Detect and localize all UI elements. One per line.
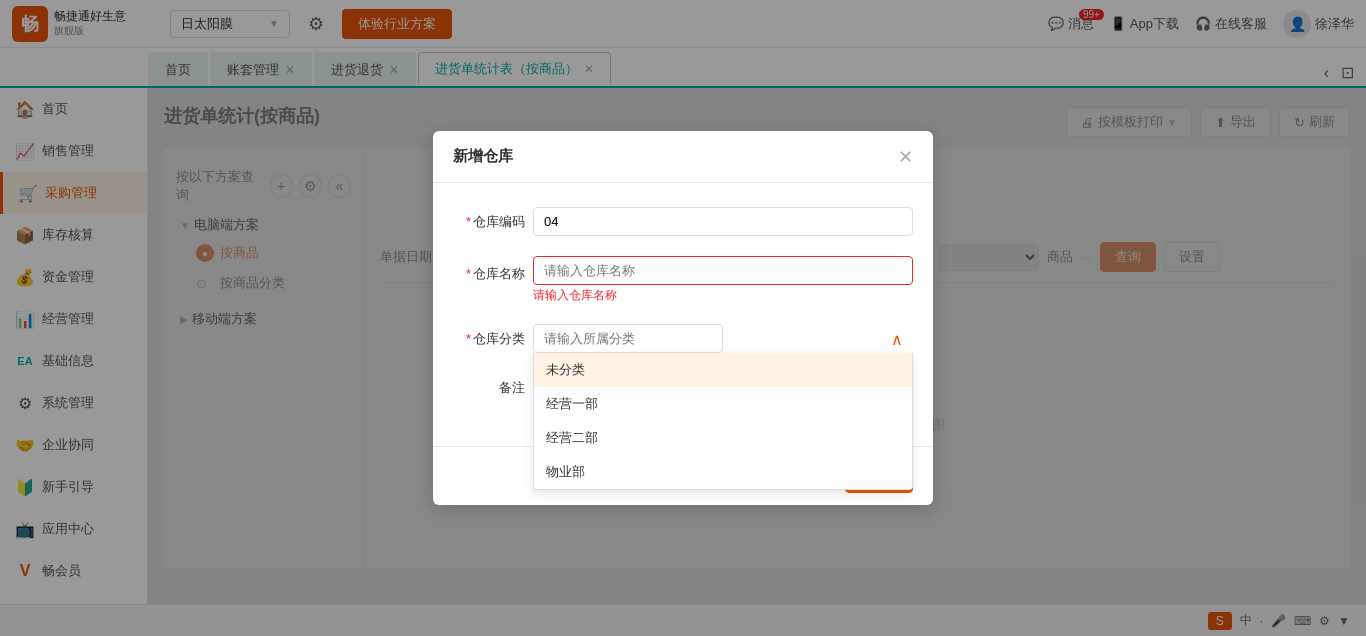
name-error-msg: 请输入仓库名称 [533,287,617,304]
note-label: 备注 [453,373,533,397]
modal-title: 新增仓库 [453,147,513,166]
code-input[interactable] [533,207,913,236]
dropdown-item-property[interactable]: 物业部 [534,455,912,489]
form-row-category: 仓库分类 ∧ 未分类 经营一部 经营二部 物业部 [453,324,913,353]
category-dropdown: 未分类 经营一部 经营二部 物业部 [533,353,913,490]
category-wrapper: ∧ 未分类 经营一部 经营二部 物业部 [533,324,913,353]
dropdown-item-dept2[interactable]: 经营二部 [534,421,912,455]
name-label: 仓库名称 [453,259,533,283]
modal-overlay: 新增仓库 ✕ 仓库编码 仓库名称 请输入仓库名称 仓库分类 [0,0,1366,636]
dropdown-item-uncategorized[interactable]: 未分类 [534,353,912,387]
modal-close-button[interactable]: ✕ [898,148,913,166]
category-dropdown-icon[interactable]: ∧ [891,329,903,348]
category-input[interactable] [533,324,723,353]
code-label: 仓库编码 [453,207,533,231]
modal-body: 仓库编码 仓库名称 请输入仓库名称 仓库分类 ∧ [433,183,933,446]
dropdown-item-dept1[interactable]: 经营一部 [534,387,912,421]
form-row-name: 仓库名称 请输入仓库名称 [453,256,913,304]
modal-new-warehouse: 新增仓库 ✕ 仓库编码 仓库名称 请输入仓库名称 仓库分类 [433,131,933,505]
category-label: 仓库分类 [453,324,533,348]
modal-header: 新增仓库 ✕ [433,131,933,183]
form-row-code: 仓库编码 [453,207,913,236]
name-input[interactable] [533,256,913,285]
